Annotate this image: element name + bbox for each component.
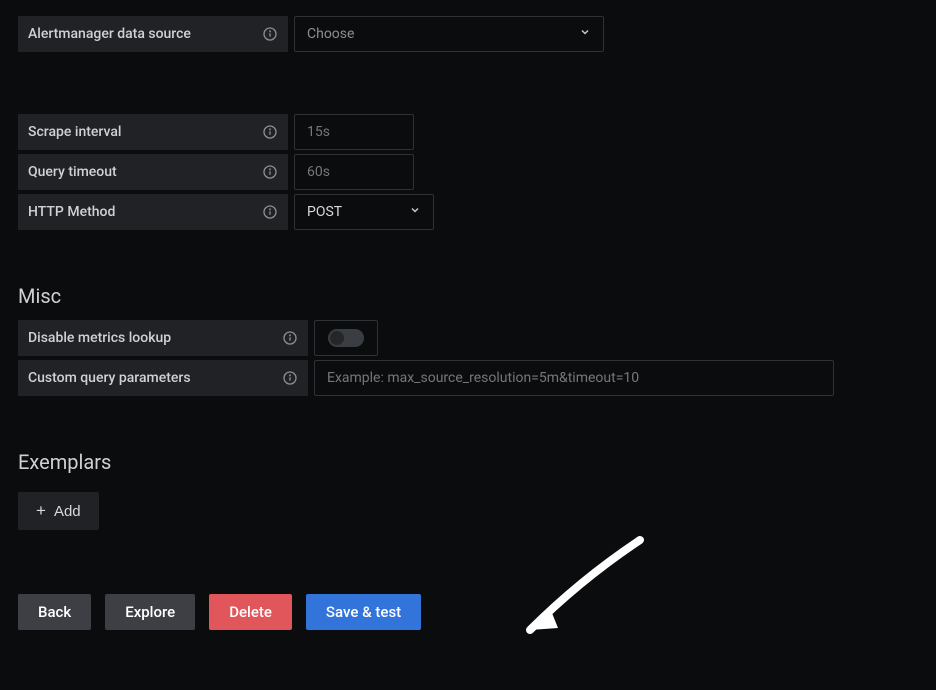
query-timeout-input[interactable] [294, 154, 414, 190]
scrape-interval-label: Scrape interval [18, 114, 288, 150]
custom-query-label: Custom query parameters [18, 360, 308, 396]
alertmanager-label: Alertmanager data source [18, 16, 288, 52]
select-value: Choose [307, 26, 354, 42]
disable-metrics-label: Disable metrics lookup [18, 320, 308, 356]
footer-buttons: Back Explore Delete Save & test [18, 594, 918, 630]
select-value: POST [307, 204, 342, 220]
info-icon[interactable] [282, 330, 298, 346]
explore-button[interactable]: Explore [105, 594, 195, 630]
info-icon[interactable] [262, 164, 278, 180]
custom-query-input[interactable] [314, 360, 834, 396]
http-method-select[interactable]: POST [294, 194, 434, 230]
chevron-down-icon [409, 204, 421, 220]
disable-metrics-toggle-wrap [314, 320, 378, 356]
info-icon[interactable] [282, 370, 298, 386]
disable-metrics-toggle[interactable] [328, 329, 364, 347]
scrape-interval-input[interactable] [294, 114, 414, 150]
chevron-down-icon [579, 26, 591, 42]
misc-section-title: Misc [18, 284, 918, 308]
label-text: Alertmanager data source [28, 26, 191, 42]
query-timeout-label: Query timeout [18, 154, 288, 190]
label-text: Custom query parameters [28, 370, 191, 386]
info-icon[interactable] [262, 204, 278, 220]
plus-icon: + [36, 501, 46, 521]
exemplars-section-title: Exemplars [18, 450, 918, 474]
save-test-button[interactable]: Save & test [306, 594, 421, 630]
label-text: Query timeout [28, 164, 117, 180]
add-button-label: Add [54, 503, 81, 520]
info-icon[interactable] [262, 26, 278, 42]
back-button[interactable]: Back [18, 594, 91, 630]
label-text: Disable metrics lookup [28, 330, 171, 346]
alertmanager-select[interactable]: Choose [294, 16, 604, 52]
delete-button[interactable]: Delete [209, 594, 292, 630]
annotation-arrow [500, 530, 660, 650]
http-method-label: HTTP Method [18, 194, 288, 230]
label-text: HTTP Method [28, 204, 115, 220]
add-exemplar-button[interactable]: + Add [18, 492, 99, 530]
label-text: Scrape interval [28, 124, 121, 140]
info-icon[interactable] [262, 124, 278, 140]
